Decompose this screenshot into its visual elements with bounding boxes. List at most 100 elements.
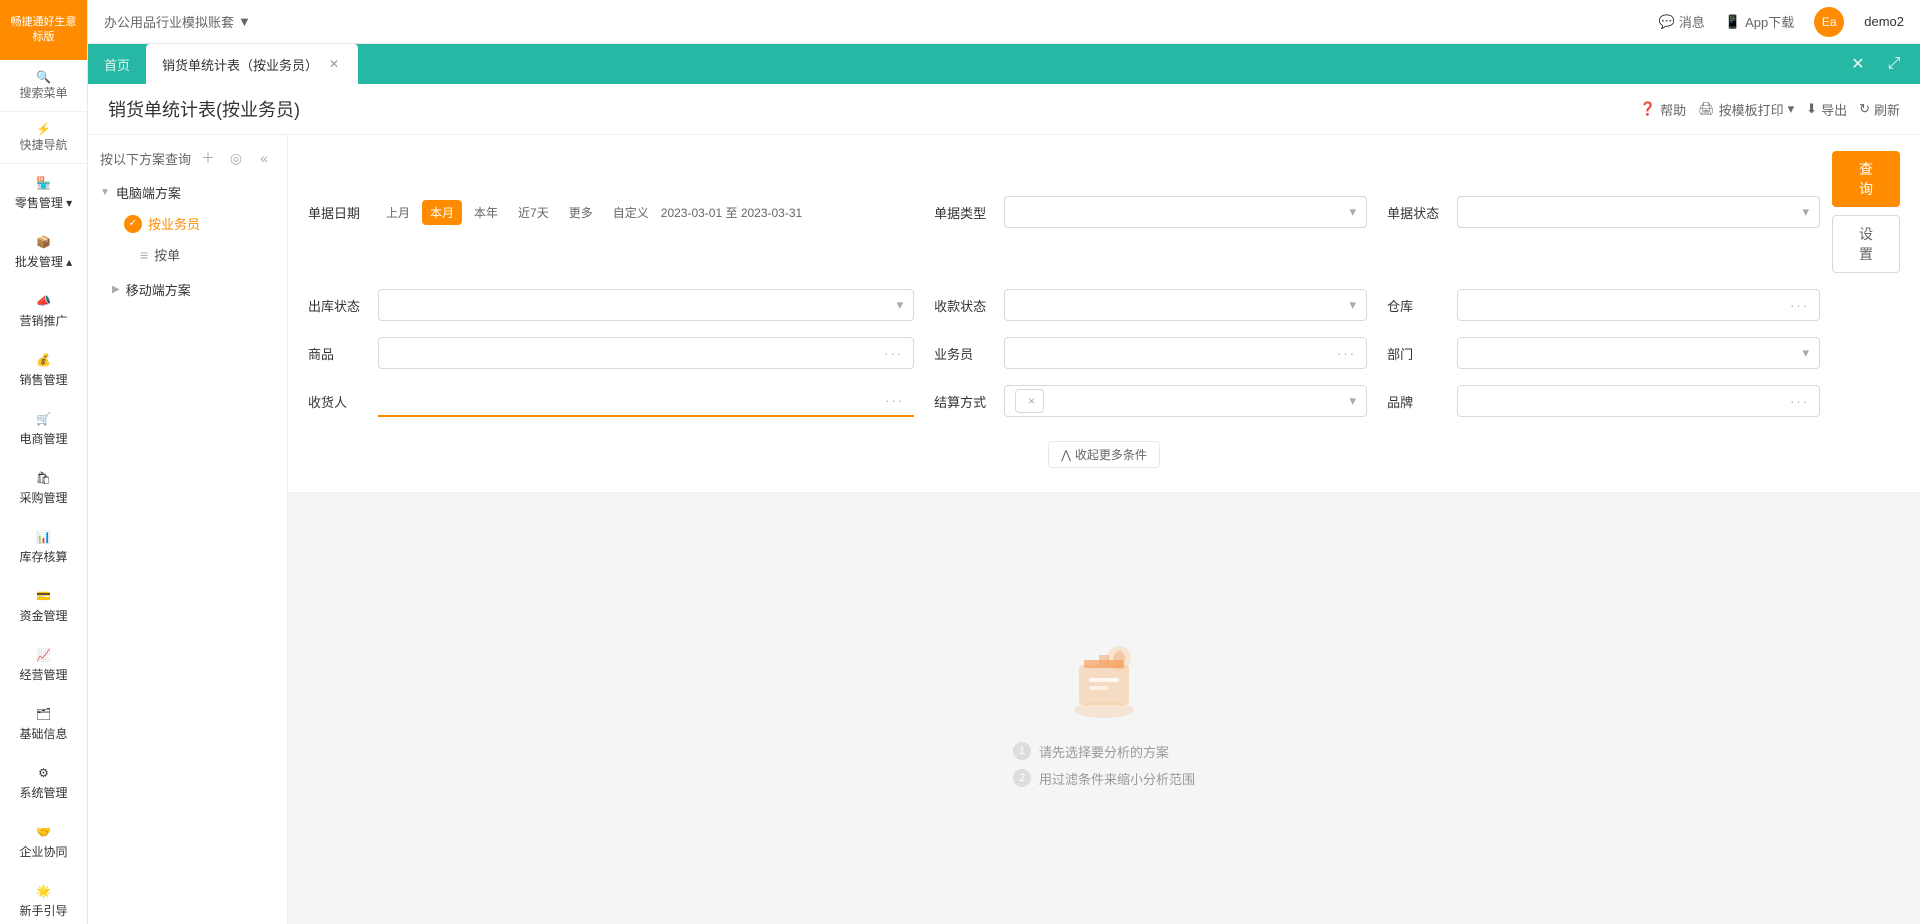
date-btn-7days[interactable]: 近7天 [510, 200, 557, 225]
plan-item-salesman-icon: ✓ [124, 215, 142, 233]
print-dropdown-icon: ▾ [1788, 101, 1795, 117]
right-panel: 单据日期 上月 本月 本年 近7天 更多 自定义 20 [288, 135, 1920, 924]
search-label: 搜索菜单 [0, 84, 87, 101]
sidebar-item-search[interactable]: 🔍 搜索菜单 [0, 60, 87, 112]
tab-expand-icon[interactable]: ⤢ [1880, 50, 1908, 78]
date-btn-last-month[interactable]: 上月 [378, 200, 418, 225]
plan-group-mobile-arrow: ▶ [112, 284, 120, 295]
doc-type-input[interactable]: ▾ [1004, 196, 1367, 228]
sidebar-item-sales[interactable]: 💰 销售管理 [0, 341, 87, 400]
print-button[interactable]: 🖨 按模板打印 ▾ [1698, 100, 1794, 119]
filter-warehouse: 仓库 ··· [1387, 289, 1820, 321]
plan-item-salesman-label: 按业务员 [148, 214, 200, 233]
filter-row-3: 商品 ··· 业务员 ··· [308, 337, 1900, 369]
sidebar-item-corp[interactable]: 🤝 企业协同 [0, 813, 87, 872]
receiver-input[interactable]: ··· [378, 385, 914, 417]
doc-status-label: 单据状态 [1387, 203, 1457, 222]
salesman-label: 业务员 [934, 344, 1004, 363]
topbar-right: 💬 消息 📱 App下载 Ea demo2 [1659, 7, 1904, 37]
filter-row-1: 单据日期 上月 本月 本年 近7天 更多 自定义 20 [308, 151, 1900, 273]
sidebar-item-purchase[interactable]: 🛍 采购管理 [0, 459, 87, 518]
warehouse-label: 仓库 [1387, 296, 1457, 315]
sidebar-item-retail[interactable]: 🏪 零售管理 ▾ [0, 164, 87, 223]
finance-icon: 💳 [36, 589, 51, 603]
add-plan-icon[interactable]: ＋ [197, 147, 219, 169]
doc-status-arrow: ▾ [1802, 204, 1809, 220]
app-logo: 畅捷通好生意 标版 [0, 0, 87, 60]
username-label[interactable]: demo2 [1864, 14, 1904, 29]
settle-label: 结算方式 [934, 392, 1004, 411]
corp-icon: 🤝 [36, 825, 51, 839]
corp-label: 企业协同 [19, 843, 67, 860]
query-button[interactable]: 查询 [1832, 151, 1900, 207]
settle-clear-icon[interactable]: × [1028, 394, 1035, 408]
refresh-button[interactable]: ↻ 刷新 [1859, 100, 1900, 119]
collect-status-label: 收款状态 [934, 296, 1004, 315]
sidebar-item-newbie[interactable]: 🌟 新手引导 [0, 872, 87, 924]
dept-input[interactable]: ▾ [1457, 337, 1820, 369]
filter-doc-type: 单据类型 ▾ [934, 196, 1367, 228]
manage-plan-icon[interactable]: ◎ [225, 147, 247, 169]
message-button[interactable]: 💬 消息 [1659, 12, 1705, 31]
help-button[interactable]: ❓ 帮助 [1640, 100, 1686, 119]
date-btn-custom[interactable]: 自定义 [605, 200, 657, 225]
salesman-dots: ··· [1337, 346, 1356, 361]
out-status-input[interactable]: ▾ [378, 289, 914, 321]
doc-status-input[interactable]: ▾ [1457, 196, 1820, 228]
user-avatar[interactable]: Ea [1814, 7, 1844, 37]
sidebar-item-finance[interactable]: 💳 资金管理 [0, 577, 87, 636]
export-icon: ⬇ [1806, 101, 1817, 117]
dept-label: 部门 [1387, 344, 1457, 363]
sidebar-item-basic[interactable]: 🗂 基础信息 [0, 695, 87, 754]
plan-item-by-order[interactable]: ≡ 按单 [88, 239, 287, 270]
collapse-label: 收起更多条件 [1075, 446, 1147, 463]
sidebar-item-quick[interactable]: ⚡ 快捷导航 [0, 112, 87, 164]
sidebar-item-wholesale[interactable]: 📦 批发管理 ▴ [0, 223, 87, 282]
left-panel-icons: ＋ ◎ « [197, 147, 275, 169]
plan-item-order-label: 按单 [154, 245, 180, 264]
page-title: 销货单统计表(按业务员) [108, 96, 1640, 122]
tab-close-all-icon[interactable]: ✕ [1844, 50, 1872, 78]
collapse-button[interactable]: ⋀ 收起更多条件 [1048, 441, 1160, 468]
wholesale-label: 批发管理 ▴ [15, 253, 72, 270]
refresh-icon: ↻ [1859, 101, 1870, 117]
sidebar-item-marketing[interactable]: 📣 营销推广 [0, 282, 87, 341]
date-btn-this-month[interactable]: 本月 [422, 200, 462, 225]
sidebar-item-operation[interactable]: 📈 经营管理 [0, 636, 87, 695]
date-buttons: 上月 本月 本年 近7天 更多 自定义 [378, 200, 657, 225]
date-btn-this-year[interactable]: 本年 [466, 200, 506, 225]
warehouse-dots: ··· [1790, 298, 1809, 313]
goods-label: 商品 [308, 344, 378, 363]
date-btn-more[interactable]: 更多 [561, 200, 601, 225]
settings-button[interactable]: 设置 [1832, 215, 1900, 273]
collapse-panel-icon[interactable]: « [253, 147, 275, 169]
plan-group-mobile-header[interactable]: ▶ 移动端方案 [88, 274, 287, 305]
tab-home[interactable]: 首页 [88, 44, 146, 84]
export-button[interactable]: ⬇ 导出 [1806, 100, 1847, 119]
goods-input[interactable]: ··· [378, 337, 914, 369]
plan-item-by-salesman[interactable]: ✓ 按业务员 [88, 208, 287, 239]
plan-group-desktop-header[interactable]: ▼ 电脑端方案 [88, 177, 287, 208]
main-area: 办公用品行业模拟账套 ▼ 💬 消息 📱 App下载 Ea demo2 首页 销货… [88, 0, 1920, 924]
tab-sales-report[interactable]: 销货单统计表（按业务员） ✕ [146, 44, 358, 84]
sidebar-item-system[interactable]: ⚙ 系统管理 [0, 754, 87, 813]
settle-input[interactable]: × ▾ [1004, 385, 1367, 417]
collapse-row: ⋀ 收起更多条件 [308, 433, 1900, 476]
operation-label: 经营管理 [19, 666, 67, 683]
collect-status-input[interactable]: ▾ [1004, 289, 1367, 321]
ecom-label: 电商管理 [19, 430, 67, 447]
salesman-input[interactable]: ··· [1004, 337, 1367, 369]
topbar-dropdown-icon[interactable]: ▼ [238, 14, 251, 29]
app-download-button[interactable]: 📱 App下载 [1725, 12, 1794, 31]
tab-close-icon[interactable]: ✕ [326, 56, 342, 72]
filter-receiver: 收货人 ··· [308, 385, 914, 417]
sales-icon: 💰 [36, 353, 51, 367]
out-status-label: 出库状态 [308, 296, 378, 315]
sidebar-item-stock[interactable]: 📊 库存核算 [0, 518, 87, 577]
logo-subtext: 标版 [33, 30, 55, 45]
brand-input[interactable]: ··· [1457, 385, 1820, 417]
warehouse-input[interactable]: ··· [1457, 289, 1820, 321]
sidebar-item-ecom[interactable]: 🛒 电商管理 [0, 400, 87, 459]
purchase-label: 采购管理 [19, 489, 67, 506]
plan-group-mobile: ▶ 移动端方案 [88, 274, 287, 305]
